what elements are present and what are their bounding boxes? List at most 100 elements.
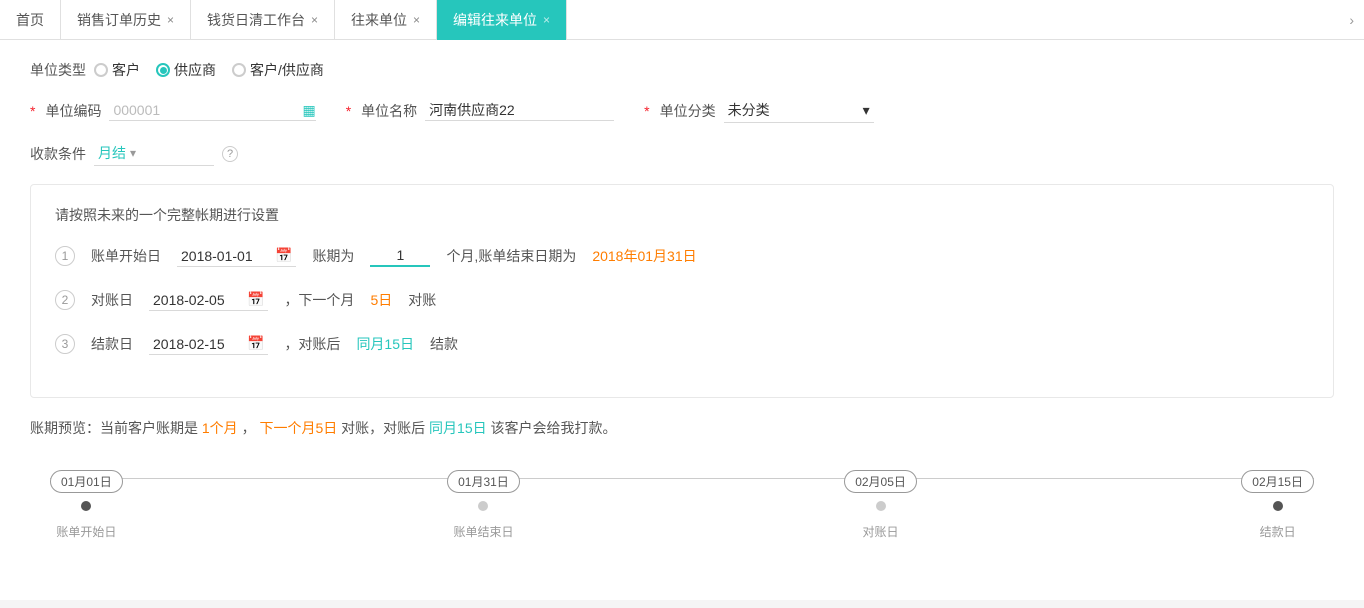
timeline: 01月01日 账单开始日 01月31日 账单结束日 02月05日 对账日 02月…: [30, 462, 1334, 550]
unit-category-select[interactable]: 未分类 ▾: [724, 98, 874, 123]
reconcile-date-calendar[interactable]: 📅: [247, 291, 264, 308]
payment-date-field[interactable]: [153, 336, 243, 352]
tab-home-label: 首页: [16, 10, 44, 30]
reconcile-suffix2: 对账: [408, 290, 436, 310]
node-label-2: 对账日: [863, 523, 899, 540]
radio-both-circle: [232, 63, 246, 77]
node-badge-3: 02月15日: [1241, 470, 1314, 493]
tab-edit-unit-close[interactable]: ×: [543, 13, 550, 27]
payment-date-input: 📅: [149, 333, 268, 355]
node-dot-1: [478, 501, 488, 511]
radio-both[interactable]: 客户/供应商: [232, 60, 324, 80]
preview-part2: 下一个月5日: [259, 420, 337, 436]
reconcile-date-input: 📅: [149, 289, 268, 311]
tabs-arrow[interactable]: ›: [1339, 12, 1364, 28]
unit-code-label: 单位编码: [45, 101, 101, 121]
start-date-calendar[interactable]: 📅: [275, 247, 292, 264]
row-start-date: 1 账单开始日 📅 账期为 个月,账单结束日期为 2018年01月31日: [55, 245, 1309, 267]
preview-middle1: ，: [242, 420, 256, 436]
tab-cash-work-close[interactable]: ×: [311, 13, 318, 27]
tab-home[interactable]: 首页: [0, 0, 61, 40]
section-box: 请按照未来的一个完整帐期进行设置 1 账单开始日 📅 账期为 个月,账单结束日期…: [30, 184, 1334, 398]
timeline-node-3: 02月15日 结款日: [1241, 492, 1314, 540]
unit-category-arrow: ▾: [863, 102, 870, 119]
preview-prefix: 账期预览：当前客户账期是: [30, 420, 198, 436]
radio-both-label: 客户/供应商: [250, 60, 324, 80]
unit-name-label: 单位名称: [361, 101, 417, 121]
payment-terms-arrow: ▾: [130, 146, 136, 160]
node-dot-0: [81, 501, 91, 511]
node-label-0: 账单开始日: [56, 523, 116, 540]
preview-text: 账期预览：当前客户账期是 1个月 ， 下一个月5日 对账，对账后 同月15日 该…: [30, 418, 1334, 438]
tab-sales-history-close[interactable]: ×: [167, 13, 174, 27]
tab-unit[interactable]: 往来单位 ×: [335, 0, 437, 40]
unit-category-star: *: [644, 103, 649, 119]
node-dot-2: [876, 501, 886, 511]
tab-unit-close[interactable]: ×: [413, 13, 420, 27]
page-content: 单位类型 客户 供应商 客户/供应商 * 单位编码: [0, 40, 1364, 600]
node-badge-2: 02月05日: [844, 470, 917, 493]
radio-customer[interactable]: 客户: [94, 60, 140, 80]
row-1-number: 1: [55, 246, 75, 266]
unit-category-label: 单位分类: [660, 101, 716, 121]
payment-terms-value: 月结: [98, 143, 126, 163]
radio-supplier-circle: [156, 63, 170, 77]
radio-supplier[interactable]: 供应商: [156, 60, 216, 80]
payment-date-calendar[interactable]: 📅: [247, 335, 264, 352]
start-date-field[interactable]: [181, 248, 271, 264]
row-3-number: 3: [55, 334, 75, 354]
start-date-input: 📅: [177, 245, 296, 267]
unit-fields-row: * 单位编码 ▦ * 单位名称 * 单位分类 未分类 ▾: [30, 98, 1334, 123]
payment-terms-select[interactable]: 月结 ▾: [94, 141, 214, 166]
tab-edit-unit[interactable]: 编辑往来单位 ×: [437, 0, 567, 40]
section-title: 请按照未来的一个完整帐期进行设置: [55, 205, 1309, 225]
node-label-3: 结款日: [1260, 523, 1296, 540]
radio-group: 客户 供应商 客户/供应商: [94, 60, 324, 80]
unit-name-star: *: [346, 103, 351, 119]
preview-suffix: 该客户会给我打款。: [491, 420, 617, 436]
unit-code-star: *: [30, 103, 35, 119]
period-unit: 个月,账单结束日期为: [446, 246, 576, 266]
unit-name-item: * 单位名称: [346, 100, 614, 121]
unit-code-icon[interactable]: ▦: [302, 102, 315, 119]
unit-category-value: 未分类: [728, 100, 770, 120]
node-badge-0: 01月01日: [50, 470, 123, 493]
payment-terms-label: 收款条件: [30, 144, 86, 164]
timeline-node-2: 02月05日 对账日: [844, 492, 917, 540]
timeline-nodes: 01月01日 账单开始日 01月31日 账单结束日 02月05日 对账日 02月…: [50, 492, 1314, 540]
reconcile-date-field[interactable]: [153, 292, 243, 308]
timeline-line: [50, 478, 1314, 479]
node-dot-3: [1273, 501, 1283, 511]
help-icon[interactable]: ?: [222, 146, 238, 162]
tab-cash-work-label: 钱货日清工作台: [207, 10, 305, 30]
tab-unit-label: 往来单位: [351, 10, 407, 30]
tab-sales-history[interactable]: 销售订单历史 ×: [61, 0, 191, 40]
node-label-1: 账单结束日: [453, 523, 513, 540]
preview-middle2: 对账，对账后: [341, 420, 425, 436]
row-reconcile-date: 2 对账日 📅 ，下一个月5日 对账: [55, 289, 1309, 311]
unit-code-input[interactable]: [109, 100, 298, 120]
payment-terms-item: 收款条件 月结 ▾ ?: [30, 141, 238, 166]
row-2-label: 对账日: [91, 290, 133, 310]
timeline-node-0: 01月01日 账单开始日: [50, 492, 123, 540]
unit-type-row: 单位类型 客户 供应商 客户/供应商: [30, 60, 1334, 80]
node-badge-1: 01月31日: [447, 470, 520, 493]
unit-name-input[interactable]: [425, 100, 614, 121]
unit-type-item: 单位类型 客户 供应商 客户/供应商: [30, 60, 324, 80]
payment-terms-row: 收款条件 月结 ▾ ?: [30, 141, 1334, 166]
preview-part1: 1个月: [202, 420, 238, 436]
payment-suffix3: 结款: [430, 334, 458, 354]
payment-15: 同月15日: [356, 334, 414, 354]
row-2-number: 2: [55, 290, 75, 310]
tab-cash-work[interactable]: 钱货日清工作台 ×: [191, 0, 335, 40]
radio-supplier-label: 供应商: [174, 60, 216, 80]
timeline-node-1: 01月31日 账单结束日: [447, 492, 520, 540]
period-input[interactable]: [370, 245, 430, 267]
preview-part3: 同月15日: [429, 420, 487, 436]
row-3-label: 结款日: [91, 334, 133, 354]
radio-customer-circle: [94, 63, 108, 77]
reconcile-5: 5日: [370, 290, 392, 310]
period-end: 2018年01月31日: [592, 246, 696, 266]
tab-edit-unit-label: 编辑往来单位: [453, 10, 537, 30]
unit-code-field: ▦: [109, 100, 315, 121]
